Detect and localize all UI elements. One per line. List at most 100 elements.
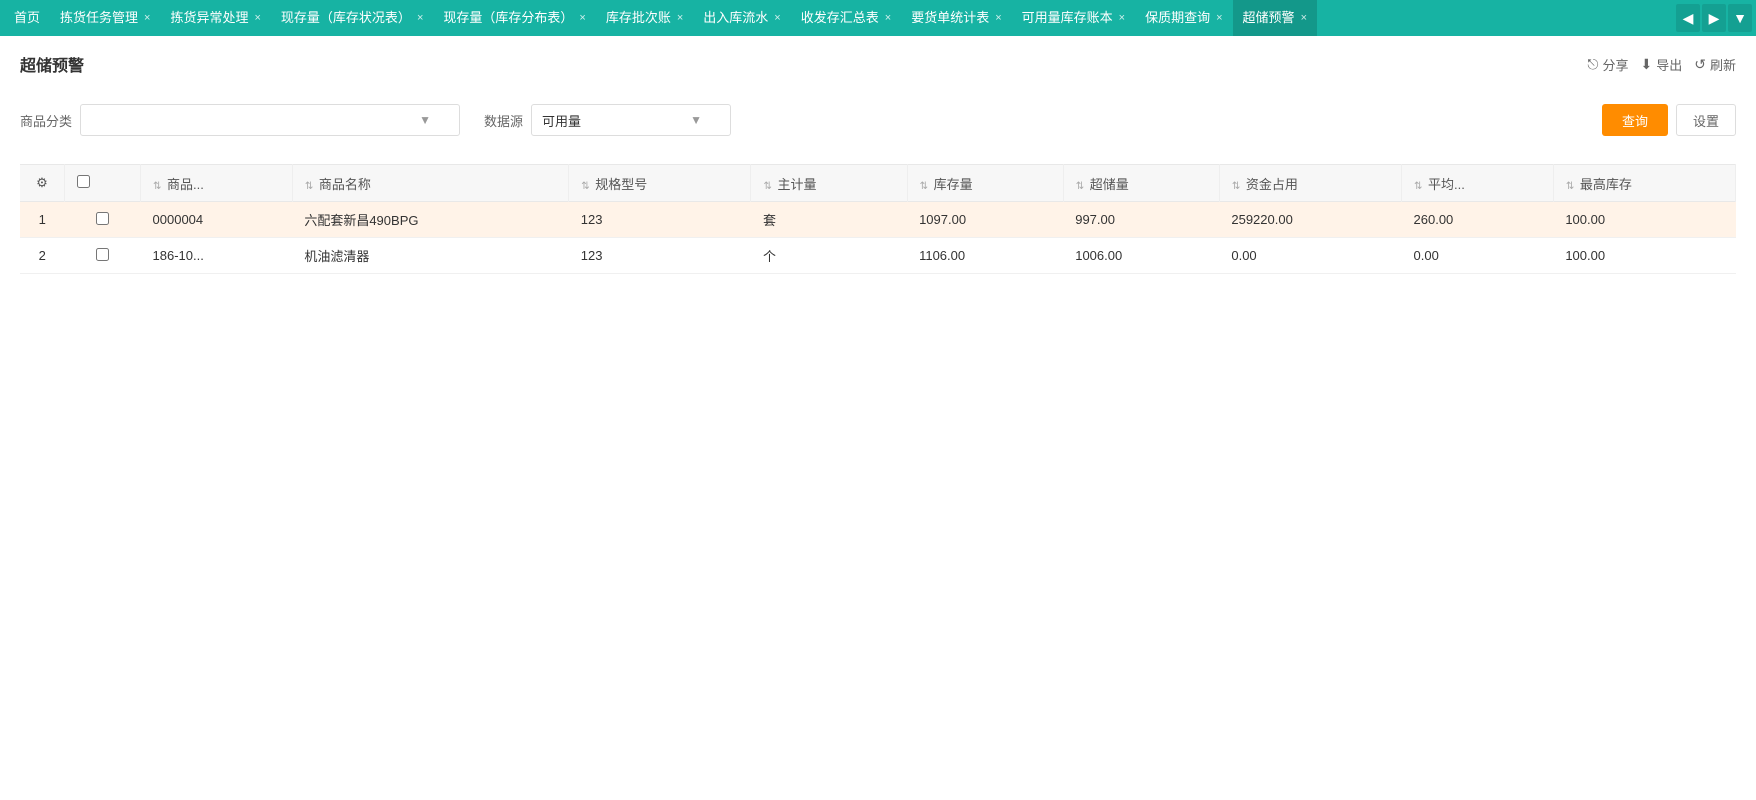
category-label: 商品分类 [20,111,72,130]
cell-overstock-0: 997.00 [1063,202,1219,238]
table-row: 2 186-10... 机油滤清器 123 个 1106.00 1006.00 … [20,238,1736,274]
nav-close-icon-3[interactable]: × [417,0,423,36]
nav-close-icon-9[interactable]: × [1119,0,1125,36]
column-settings-icon[interactable]: ⚙ [32,173,52,193]
cell-row-num-1: 2 [20,238,65,274]
cell-unit-0: 套 [751,202,907,238]
table-row: 1 0000004 六配套新昌490BPG 123 套 1097.00 997.… [20,202,1736,238]
nav-item-9[interactable]: 可用量库存账本× [1012,0,1135,36]
nav-close-icon-11[interactable]: × [1301,0,1307,36]
category-select[interactable]: ▼ [80,104,460,136]
th-max-stock[interactable]: ⇅ 最高库存 [1553,165,1735,202]
header-actions: ⎋ 分享 ⬇ 导出 ↺ 刷新 [1587,55,1736,74]
export-button[interactable]: ⬇ 导出 [1641,55,1683,74]
th-product-code[interactable]: ⇅ 商品... [141,165,293,202]
cell-spec-0: 123 [569,202,751,238]
nav-close-icon-2[interactable]: × [254,0,260,36]
nav-item-6[interactable]: 出入库流水× [693,0,790,36]
cell-checkbox-0[interactable] [65,202,141,238]
refresh-button[interactable]: ↺ 刷新 [1694,55,1736,74]
cell-checkbox-1[interactable] [65,238,141,274]
nav-next-button[interactable]: ▶ [1702,4,1726,32]
sort-icon: ⇅ [1566,181,1574,192]
page-title: 超储预警 [20,52,84,76]
data-table: ⚙ ⇅ 商品... ⇅ 商品名称 ⇅ 规格型号 ⇅ [20,164,1736,274]
th-settings: ⚙ [20,165,65,202]
th-unit[interactable]: ⇅ 主计量 [751,165,907,202]
nav-arrows: ◀ ▶ ▼ [1676,4,1752,32]
filter-actions: 查询 设置 [1602,104,1736,136]
cell-product-code-1: 186-10... [141,238,293,274]
th-avg[interactable]: ⇅ 平均... [1402,165,1554,202]
cell-avg-1: 0.00 [1402,238,1554,274]
nav-item-10[interactable]: 保质期查询× [1135,0,1232,36]
refresh-icon: ↺ [1694,56,1706,73]
nav-close-icon-6[interactable]: × [774,0,780,36]
sort-icon: ⇅ [305,181,313,192]
nav-close-icon-1[interactable]: × [144,0,150,36]
nav-prev-button[interactable]: ◀ [1676,4,1700,32]
cell-max-stock-1: 100.00 [1553,238,1735,274]
nav-close-icon-10[interactable]: × [1216,0,1222,36]
cell-max-stock-0: 100.00 [1553,202,1735,238]
cell-product-code-0: 0000004 [141,202,293,238]
nav-item-0[interactable]: 首页 [4,0,50,36]
page-header: 超储预警 ⎋ 分享 ⬇ 导出 ↺ 刷新 [20,52,1736,76]
row-checkbox-1[interactable] [96,248,109,261]
nav-close-icon-8[interactable]: × [995,0,1001,36]
datasource-filter: 数据源 可用量 ▼ [484,104,731,136]
cell-capital-1: 0.00 [1219,238,1401,274]
nav-item-1[interactable]: 拣货任务管理× [50,0,160,36]
table-header: ⚙ ⇅ 商品... ⇅ 商品名称 ⇅ 规格型号 ⇅ [20,165,1736,202]
th-checkbox [65,165,141,202]
nav-more-button[interactable]: ▼ [1728,4,1752,32]
share-icon: ⎋ [1587,56,1598,73]
sort-icon: ⇅ [1232,181,1240,192]
nav-item-4[interactable]: 现存量（库存分布表）× [433,0,595,36]
share-button[interactable]: ⎋ 分享 [1587,55,1628,74]
cell-avg-0: 260.00 [1402,202,1554,238]
row-checkbox-0[interactable] [96,212,109,225]
cell-unit-1: 个 [751,238,907,274]
cell-row-num-0: 1 [20,202,65,238]
nav-item-11[interactable]: 超储预警× [1233,0,1317,36]
sort-icon: ⇅ [1076,181,1084,192]
nav-close-icon-5[interactable]: × [677,0,683,36]
th-product-name[interactable]: ⇅ 商品名称 [292,165,568,202]
page-container: 超储预警 ⎋ 分享 ⬇ 导出 ↺ 刷新 商品分类 ▼ 数据源 [0,36,1756,800]
sort-icon: ⇅ [1414,181,1422,192]
nav-item-5[interactable]: 库存批次账× [596,0,693,36]
datasource-select[interactable]: 可用量 ▼ [531,104,731,136]
export-icon: ⬇ [1641,56,1653,73]
nav-item-2[interactable]: 拣货异常处理× [160,0,270,36]
nav-item-7[interactable]: 收发存汇总表× [791,0,901,36]
cell-overstock-1: 1006.00 [1063,238,1219,274]
cell-product-name-1: 机油滤清器 [292,238,568,274]
settings-button[interactable]: 设置 [1676,104,1736,136]
cell-capital-0: 259220.00 [1219,202,1401,238]
cell-stock-0: 1097.00 [907,202,1063,238]
th-capital[interactable]: ⇅ 资金占用 [1219,165,1401,202]
th-spec[interactable]: ⇅ 规格型号 [569,165,751,202]
query-button[interactable]: 查询 [1602,104,1668,136]
sort-icon: ⇅ [920,181,928,192]
th-overstock[interactable]: ⇅ 超储量 [1063,165,1219,202]
top-nav: 首页拣货任务管理×拣货异常处理×现存量（库存状况表）×现存量（库存分布表）×库存… [0,0,1756,36]
category-filter: 商品分类 ▼ [20,104,460,136]
filter-area: 商品分类 ▼ 数据源 可用量 ▼ 查询 设置 [20,92,1736,148]
sort-icon: ⇅ [763,181,771,192]
nav-item-8[interactable]: 要货单统计表× [901,0,1011,36]
nav-close-icon-4[interactable]: × [579,0,585,36]
sort-icon: ⇅ [581,181,589,192]
nav-item-3[interactable]: 现存量（库存状况表）× [271,0,433,36]
datasource-value: 可用量 [542,111,682,130]
nav-close-icon-7[interactable]: × [885,0,891,36]
cell-stock-1: 1106.00 [907,238,1063,274]
category-chevron-icon: ▼ [419,113,431,127]
cell-product-name-0: 六配套新昌490BPG [292,202,568,238]
cell-spec-1: 123 [569,238,751,274]
th-stock[interactable]: ⇅ 库存量 [907,165,1063,202]
select-all-checkbox[interactable] [77,175,90,188]
datasource-chevron-icon: ▼ [690,113,702,127]
datasource-label: 数据源 [484,111,523,130]
